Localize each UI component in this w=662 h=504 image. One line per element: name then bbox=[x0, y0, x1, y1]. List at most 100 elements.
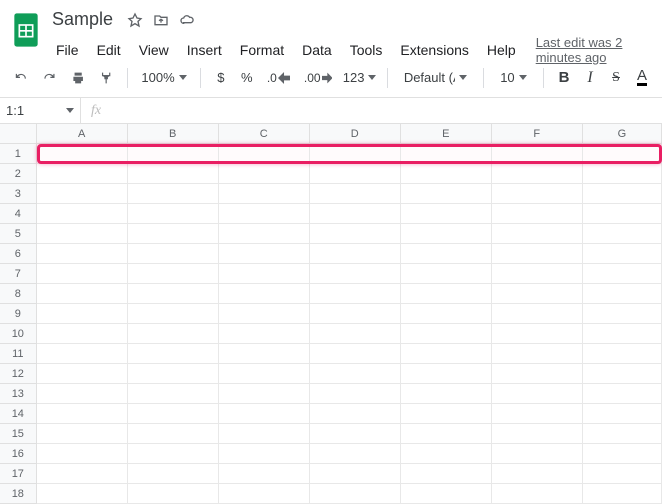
strikethrough-button[interactable]: S bbox=[606, 66, 626, 90]
row-header[interactable]: 9 bbox=[0, 304, 37, 324]
cell[interactable] bbox=[128, 164, 219, 184]
print-button[interactable] bbox=[67, 66, 89, 90]
menu-tools[interactable]: Tools bbox=[342, 38, 391, 62]
cell[interactable] bbox=[128, 184, 219, 204]
cell[interactable] bbox=[37, 164, 128, 184]
cell[interactable] bbox=[37, 324, 128, 344]
cell[interactable] bbox=[583, 364, 662, 384]
cell[interactable] bbox=[310, 204, 401, 224]
cell[interactable] bbox=[219, 464, 310, 484]
cell[interactable] bbox=[401, 144, 492, 164]
cell[interactable] bbox=[401, 284, 492, 304]
menu-edit[interactable]: Edit bbox=[89, 38, 129, 62]
cell[interactable] bbox=[583, 184, 662, 204]
cell[interactable] bbox=[128, 404, 219, 424]
cell[interactable] bbox=[128, 224, 219, 244]
cell[interactable] bbox=[37, 484, 128, 504]
cell[interactable] bbox=[401, 264, 492, 284]
cell[interactable] bbox=[128, 264, 219, 284]
cell[interactable] bbox=[128, 324, 219, 344]
row-header[interactable]: 12 bbox=[0, 364, 37, 384]
cell[interactable] bbox=[492, 444, 583, 464]
cell[interactable] bbox=[401, 164, 492, 184]
cell[interactable] bbox=[128, 344, 219, 364]
cell[interactable] bbox=[492, 264, 583, 284]
cell[interactable] bbox=[492, 324, 583, 344]
cell[interactable] bbox=[583, 144, 662, 164]
cell[interactable] bbox=[401, 444, 492, 464]
menu-extensions[interactable]: Extensions bbox=[392, 38, 476, 62]
cell[interactable] bbox=[492, 204, 583, 224]
cell[interactable] bbox=[37, 464, 128, 484]
cell[interactable] bbox=[128, 304, 219, 324]
cell[interactable] bbox=[492, 344, 583, 364]
bold-button[interactable]: B bbox=[554, 66, 574, 90]
menu-view[interactable]: View bbox=[131, 38, 177, 62]
spreadsheet-grid[interactable]: ABCDEFG 123456789101112131415161718 bbox=[0, 124, 662, 504]
row-header[interactable]: 16 bbox=[0, 444, 37, 464]
cell[interactable] bbox=[37, 344, 128, 364]
font-select[interactable]: Default (Ari... bbox=[398, 66, 474, 90]
cell[interactable] bbox=[583, 164, 662, 184]
cell[interactable] bbox=[492, 304, 583, 324]
cell[interactable] bbox=[583, 244, 662, 264]
cell[interactable] bbox=[492, 224, 583, 244]
cell[interactable] bbox=[128, 464, 219, 484]
row-header[interactable]: 11 bbox=[0, 344, 37, 364]
cell[interactable] bbox=[492, 244, 583, 264]
cell[interactable] bbox=[401, 484, 492, 504]
cell[interactable] bbox=[37, 364, 128, 384]
cell[interactable] bbox=[492, 144, 583, 164]
cell[interactable] bbox=[219, 204, 310, 224]
column-header[interactable]: B bbox=[128, 124, 219, 143]
paint-format-button[interactable] bbox=[95, 66, 117, 90]
cell[interactable] bbox=[310, 444, 401, 464]
menu-data[interactable]: Data bbox=[294, 38, 340, 62]
cell[interactable] bbox=[219, 184, 310, 204]
cell[interactable] bbox=[37, 244, 128, 264]
cell[interactable] bbox=[310, 424, 401, 444]
row-header[interactable]: 18 bbox=[0, 484, 37, 504]
cell[interactable] bbox=[401, 304, 492, 324]
cell[interactable] bbox=[401, 244, 492, 264]
cell[interactable] bbox=[37, 284, 128, 304]
cell[interactable] bbox=[492, 384, 583, 404]
star-icon[interactable] bbox=[127, 12, 143, 28]
cell[interactable] bbox=[37, 424, 128, 444]
cloud-status-icon[interactable] bbox=[179, 12, 195, 28]
cell[interactable] bbox=[219, 444, 310, 464]
cell[interactable] bbox=[310, 164, 401, 184]
last-edit-link[interactable]: Last edit was 2 minutes ago bbox=[536, 35, 654, 65]
cell[interactable] bbox=[401, 324, 492, 344]
move-icon[interactable] bbox=[153, 12, 169, 28]
cell[interactable] bbox=[401, 364, 492, 384]
cell[interactable] bbox=[310, 144, 401, 164]
cell[interactable] bbox=[583, 224, 662, 244]
row-header[interactable]: 8 bbox=[0, 284, 37, 304]
cell[interactable] bbox=[219, 144, 310, 164]
cell[interactable] bbox=[128, 204, 219, 224]
cell[interactable] bbox=[310, 304, 401, 324]
redo-button[interactable] bbox=[38, 66, 60, 90]
cell[interactable] bbox=[583, 204, 662, 224]
cell[interactable] bbox=[401, 424, 492, 444]
cell[interactable] bbox=[492, 164, 583, 184]
row-header[interactable]: 7 bbox=[0, 264, 37, 284]
cell[interactable] bbox=[492, 364, 583, 384]
cell[interactable] bbox=[492, 184, 583, 204]
cell[interactable] bbox=[128, 244, 219, 264]
cell[interactable] bbox=[583, 484, 662, 504]
cell[interactable] bbox=[37, 264, 128, 284]
cell[interactable] bbox=[128, 284, 219, 304]
column-header[interactable]: A bbox=[37, 124, 128, 143]
cell[interactable] bbox=[37, 144, 128, 164]
cell[interactable] bbox=[310, 404, 401, 424]
cell[interactable] bbox=[128, 364, 219, 384]
row-header[interactable]: 6 bbox=[0, 244, 37, 264]
cell[interactable] bbox=[583, 424, 662, 444]
cell[interactable] bbox=[583, 264, 662, 284]
cell[interactable] bbox=[583, 324, 662, 344]
cell[interactable] bbox=[583, 344, 662, 364]
column-header[interactable]: C bbox=[219, 124, 310, 143]
select-all-corner[interactable] bbox=[0, 124, 37, 143]
